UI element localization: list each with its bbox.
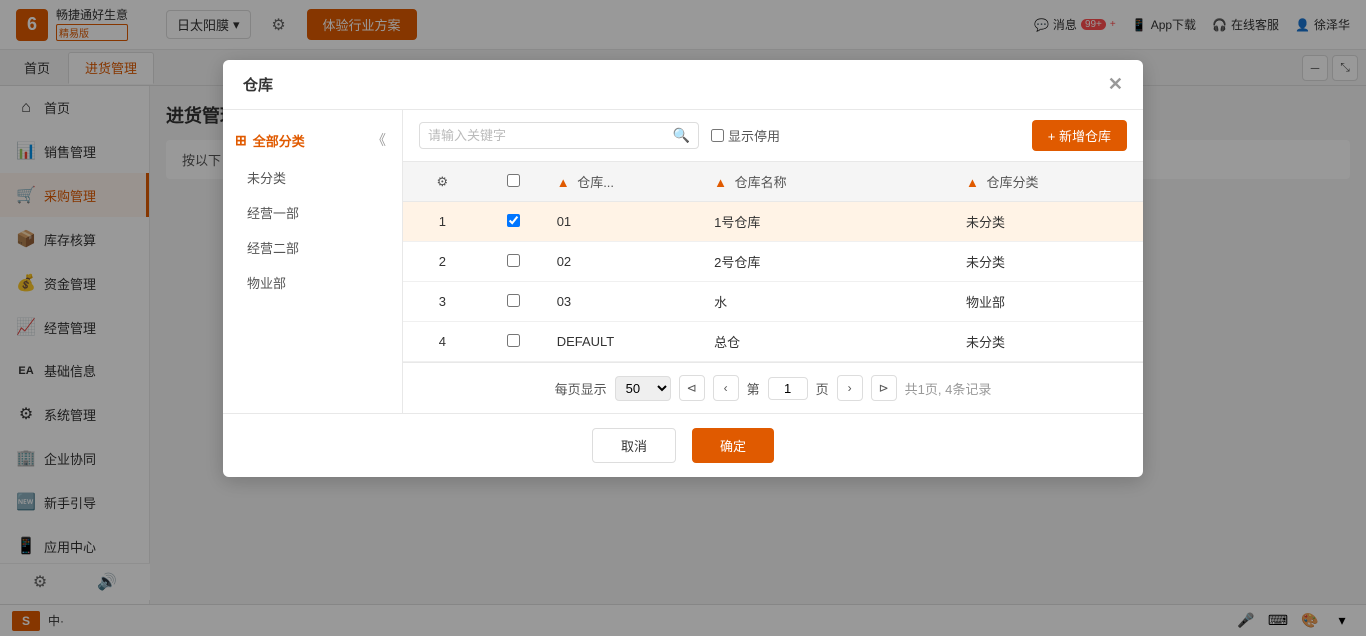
page-first-btn[interactable]: ⊲ bbox=[679, 375, 705, 401]
modal-title: 仓库 bbox=[243, 74, 273, 95]
modal-footer: 取消 确定 bbox=[223, 413, 1143, 477]
row-category: 物业部 bbox=[954, 282, 1143, 322]
row-checkbox-cell bbox=[482, 282, 545, 322]
row-checkbox-cell bbox=[482, 322, 545, 362]
settings-col-icon: ⚙ bbox=[437, 174, 449, 189]
modal-header: 仓库 ✕ bbox=[223, 60, 1143, 110]
page-unit: 页 bbox=[816, 379, 829, 398]
modal-close-button[interactable]: ✕ bbox=[1108, 74, 1123, 95]
category-all-label: 全部分类 bbox=[253, 131, 305, 150]
page-prev-btn[interactable]: ‹ bbox=[713, 375, 739, 401]
th-name-label: 仓库名称 bbox=[735, 175, 787, 190]
sort-code-icon[interactable]: ▲ bbox=[557, 175, 570, 190]
search-box: 🔍 bbox=[419, 122, 699, 149]
row-select-checkbox[interactable] bbox=[507, 334, 520, 347]
category-item-ops1[interactable]: 经营一部 bbox=[223, 195, 402, 230]
row-code: 01 bbox=[545, 202, 702, 242]
row-select-checkbox[interactable] bbox=[507, 214, 520, 227]
th-checkbox bbox=[482, 162, 545, 202]
warehouse-table: ⚙ ▲ 仓库... ▲ bbox=[403, 162, 1143, 362]
modal-body: ⊞ 全部分类 《 未分类 经营一部 经营二部 物业部 bbox=[223, 110, 1143, 413]
table-row[interactable]: 2 02 2号仓库 未分类 bbox=[403, 242, 1143, 282]
row-num: 2 bbox=[403, 242, 482, 282]
page-label: 第 bbox=[747, 379, 760, 398]
page-next-btn[interactable]: › bbox=[837, 375, 863, 401]
pagination: 每页显示 50 20 100 ⊲ ‹ 第 页 › ⊳ 共1页, 4条记录 bbox=[403, 362, 1143, 413]
show-disabled-text: 显示停用 bbox=[728, 126, 780, 145]
cancel-button[interactable]: 取消 bbox=[592, 428, 676, 463]
row-name: 2号仓库 bbox=[702, 242, 954, 282]
category-panel: ⊞ 全部分类 《 未分类 经营一部 经营二部 物业部 bbox=[223, 110, 403, 413]
table-header-row: ⚙ ▲ 仓库... ▲ bbox=[403, 162, 1143, 202]
th-settings: ⚙ bbox=[403, 162, 482, 202]
per-page-label: 每页显示 bbox=[555, 379, 607, 398]
th-name: ▲ 仓库名称 bbox=[702, 162, 954, 202]
th-code-label: 仓库... bbox=[577, 175, 614, 190]
row-num: 4 bbox=[403, 322, 482, 362]
modal-overlay: 仓库 ✕ ⊞ 全部分类 《 未分类 经营一部 bbox=[0, 0, 1366, 636]
sort-cat-icon[interactable]: ▲ bbox=[966, 175, 979, 190]
table-panel: 🔍 显示停用 + 新增仓库 ⚙ bbox=[403, 110, 1143, 413]
th-code: ▲ 仓库... bbox=[545, 162, 702, 202]
row-category: 未分类 bbox=[954, 242, 1143, 282]
row-select-checkbox[interactable] bbox=[507, 254, 520, 267]
page-total-info: 共1页, 4条记录 bbox=[905, 379, 992, 398]
show-disabled-checkbox[interactable] bbox=[711, 129, 724, 142]
row-select-checkbox[interactable] bbox=[507, 294, 520, 307]
th-category: ▲ 仓库分类 bbox=[954, 162, 1143, 202]
sort-name-icon[interactable]: ▲ bbox=[714, 175, 727, 190]
row-checkbox-cell bbox=[482, 242, 545, 282]
grid-icon: ⊞ bbox=[235, 132, 247, 149]
row-category: 未分类 bbox=[954, 322, 1143, 362]
category-item-property[interactable]: 物业部 bbox=[223, 265, 402, 300]
table-row[interactable]: 1 01 1号仓库 未分类 bbox=[403, 202, 1143, 242]
show-disabled-label[interactable]: 显示停用 bbox=[711, 126, 780, 145]
row-category: 未分类 bbox=[954, 202, 1143, 242]
search-input[interactable] bbox=[428, 128, 669, 143]
row-num: 1 bbox=[403, 202, 482, 242]
table-body: 1 01 1号仓库 未分类 2 02 2号仓库 未分类 3 03 水 物业部 4… bbox=[403, 202, 1143, 362]
category-item-ops2[interactable]: 经营二部 bbox=[223, 230, 402, 265]
row-num: 3 bbox=[403, 282, 482, 322]
table-row[interactable]: 3 03 水 物业部 bbox=[403, 282, 1143, 322]
table-toolbar: 🔍 显示停用 + 新增仓库 bbox=[403, 110, 1143, 162]
row-code: 02 bbox=[545, 242, 702, 282]
th-cat-label: 仓库分类 bbox=[987, 175, 1039, 190]
row-name: 1号仓库 bbox=[702, 202, 954, 242]
page-last-btn[interactable]: ⊳ bbox=[871, 375, 897, 401]
table-row[interactable]: 4 DEFAULT 总仓 未分类 bbox=[403, 322, 1143, 362]
select-all-checkbox[interactable] bbox=[507, 174, 520, 187]
page-current-input[interactable] bbox=[768, 377, 808, 400]
row-name: 总仓 bbox=[702, 322, 954, 362]
category-collapse-btn[interactable]: 《 bbox=[368, 128, 390, 152]
add-warehouse-btn[interactable]: + 新增仓库 bbox=[1032, 120, 1127, 151]
category-item-unclassified[interactable]: 未分类 bbox=[223, 160, 402, 195]
confirm-button[interactable]: 确定 bbox=[692, 428, 774, 463]
row-code: 03 bbox=[545, 282, 702, 322]
warehouse-modal: 仓库 ✕ ⊞ 全部分类 《 未分类 经营一部 bbox=[223, 60, 1143, 477]
row-name: 水 bbox=[702, 282, 954, 322]
row-code: DEFAULT bbox=[545, 322, 702, 362]
category-panel-header: ⊞ 全部分类 《 bbox=[223, 120, 402, 160]
search-icon[interactable]: 🔍 bbox=[673, 127, 690, 144]
row-checkbox-cell bbox=[482, 202, 545, 242]
category-title: ⊞ 全部分类 bbox=[235, 131, 305, 150]
data-table: ⚙ ▲ 仓库... ▲ bbox=[403, 162, 1143, 362]
per-page-select[interactable]: 50 20 100 bbox=[615, 376, 671, 401]
